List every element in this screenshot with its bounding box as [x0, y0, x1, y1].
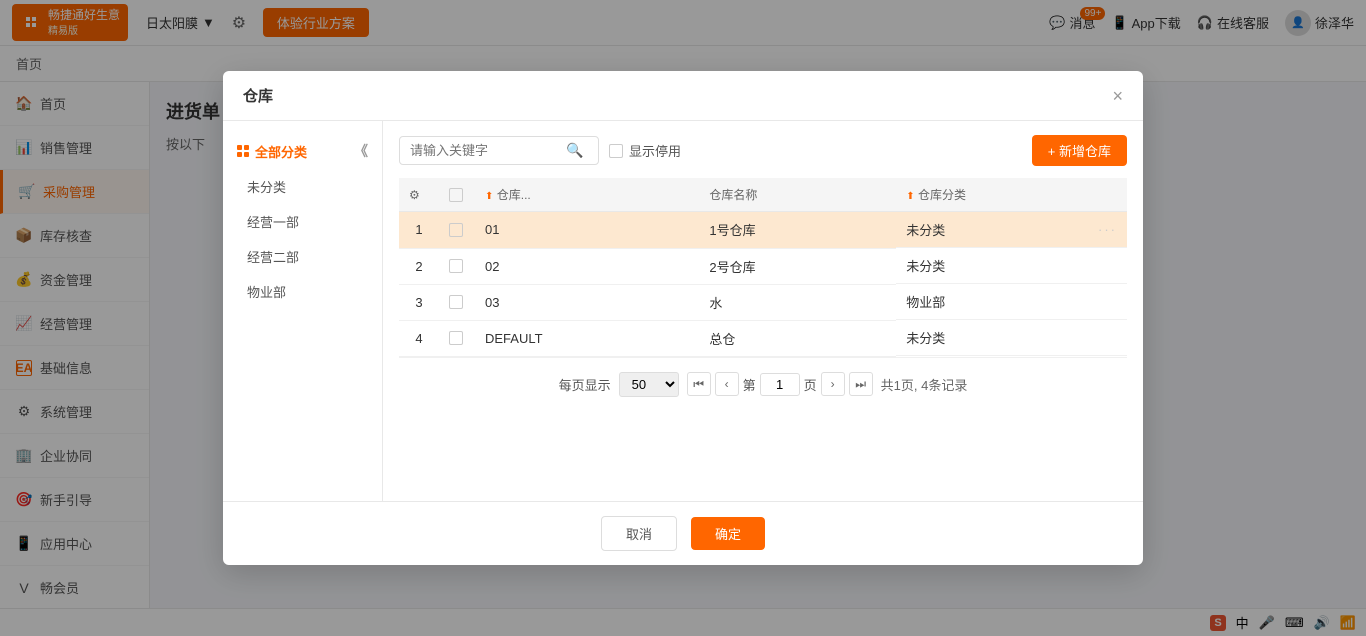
row-code: 02: [475, 248, 699, 284]
modal-close-button[interactable]: ×: [1112, 87, 1123, 105]
per-page-select[interactable]: 50 10 20 100: [619, 372, 679, 397]
row-checkbox[interactable]: [449, 295, 463, 309]
row-checkbox[interactable]: [449, 331, 463, 345]
row-category: 未分类: [896, 320, 1127, 356]
prev-page-button[interactable]: ‹: [715, 372, 739, 396]
search-icon[interactable]: 🔍: [566, 142, 583, 159]
col-category-label: 仓库分类: [918, 188, 966, 202]
category-item-dept2[interactable]: 经营二部: [223, 239, 382, 274]
col-name-label: 仓库名称: [709, 188, 757, 202]
page-nav: ⏮ ‹ 第 页 › ⏭: [687, 372, 873, 396]
row-category: 未分类: [896, 248, 1127, 284]
table-row[interactable]: 1 011号仓库未分类···: [399, 212, 1127, 249]
select-all-checkbox[interactable]: [449, 188, 463, 202]
search-box: 🔍: [399, 136, 599, 165]
add-warehouse-button[interactable]: + 新增仓库: [1032, 135, 1127, 166]
modal-overlay: 仓库 × 全部分类 《 未分类: [0, 0, 1366, 636]
category-label: 经营二部: [247, 250, 299, 265]
row-checkbox[interactable]: [449, 259, 463, 273]
page-end-label: 页: [804, 375, 817, 394]
category-collapse-button[interactable]: 《: [354, 141, 368, 161]
row-name: 总仓: [699, 320, 896, 356]
show-disabled-checkbox[interactable]: 显示停用: [609, 141, 681, 160]
col-header-code: ⬆ 仓库...: [475, 178, 699, 212]
modal-footer: 取消 确定: [223, 501, 1143, 565]
gear-icon[interactable]: ⚙: [409, 188, 420, 202]
warehouse-table: ⚙ ⬆ 仓库... 仓库名称: [399, 178, 1127, 357]
table-row[interactable]: 2 022号仓库未分类: [399, 248, 1127, 284]
row-category: 物业部: [896, 284, 1127, 320]
row-action-dots[interactable]: ···: [1098, 222, 1117, 237]
category-sidebar: 全部分类 《 未分类 经营一部 经营二部 物业部: [223, 121, 383, 501]
row-name: 2号仓库: [699, 248, 896, 284]
col-header-name: 仓库名称: [699, 178, 896, 212]
show-disabled-label: 显示停用: [629, 141, 681, 160]
search-input[interactable]: [410, 143, 560, 158]
modal-title: 仓库: [243, 85, 273, 106]
table-row[interactable]: 3 03水物业部: [399, 284, 1127, 320]
row-number: 3: [399, 284, 439, 320]
row-checkbox-cell[interactable]: [439, 284, 475, 320]
category-item-uncategorized[interactable]: 未分类: [223, 169, 382, 204]
sort-asc-icon2: ⬆: [906, 191, 914, 202]
per-page-label: 每页显示: [559, 375, 611, 394]
category-all-label: 全部分类: [255, 142, 307, 161]
category-label: 经营一部: [247, 215, 299, 230]
category-label: 物业部: [247, 285, 286, 300]
row-name: 水: [699, 284, 896, 320]
last-page-button[interactable]: ⏭: [849, 372, 873, 396]
row-category: 未分类···: [896, 212, 1127, 248]
category-item-property[interactable]: 物业部: [223, 274, 382, 309]
row-number: 4: [399, 320, 439, 356]
category-all[interactable]: 全部分类 《: [223, 133, 382, 169]
page-number-input[interactable]: [760, 373, 800, 396]
modal-table-section: 🔍 显示停用 + 新增仓库 ⚙: [383, 121, 1143, 501]
row-checkbox[interactable]: [449, 223, 463, 237]
first-page-button[interactable]: ⏮: [687, 372, 711, 396]
row-number: 2: [399, 248, 439, 284]
row-checkbox-cell[interactable]: [439, 320, 475, 356]
col-header-category: ⬆ 仓库分类: [896, 178, 1127, 212]
row-name: 1号仓库: [699, 212, 896, 249]
category-label: 未分类: [247, 180, 286, 195]
table-body: 1011号仓库未分类···2022号仓库未分类303水物业部4DEFAULT总仓…: [399, 212, 1127, 357]
row-code: 01: [475, 212, 699, 249]
table-row[interactable]: 4 DEFAULT总仓未分类: [399, 320, 1127, 356]
col-header-gear: ⚙: [399, 178, 439, 212]
confirm-button[interactable]: 确定: [691, 517, 765, 550]
next-page-button[interactable]: ›: [821, 372, 845, 396]
col-code-label: 仓库...: [497, 188, 531, 202]
modal-body: 全部分类 《 未分类 经营一部 经营二部 物业部: [223, 121, 1143, 501]
row-number: 1: [399, 212, 439, 249]
sort-asc-icon: ⬆: [485, 191, 493, 202]
disabled-checkbox[interactable]: [609, 144, 623, 158]
row-checkbox-cell[interactable]: [439, 212, 475, 249]
modal-header: 仓库 ×: [223, 71, 1143, 121]
modal-toolbar: 🔍 显示停用 + 新增仓库: [399, 135, 1127, 166]
pagination: 每页显示 50 10 20 100 ⏮ ‹ 第 页 › ⏭: [399, 357, 1127, 411]
row-code: DEFAULT: [475, 320, 699, 356]
warehouse-modal: 仓库 × 全部分类 《 未分类: [223, 71, 1143, 565]
col-header-check: [439, 178, 475, 212]
row-checkbox-cell[interactable]: [439, 248, 475, 284]
cancel-button[interactable]: 取消: [601, 516, 677, 551]
page-total: 共1页, 4条记录: [881, 375, 968, 394]
page-label: 第: [743, 375, 756, 394]
category-item-dept1[interactable]: 经营一部: [223, 204, 382, 239]
grid-icon: [237, 145, 249, 157]
row-code: 03: [475, 284, 699, 320]
table-header-row: ⚙ ⬆ 仓库... 仓库名称: [399, 178, 1127, 212]
